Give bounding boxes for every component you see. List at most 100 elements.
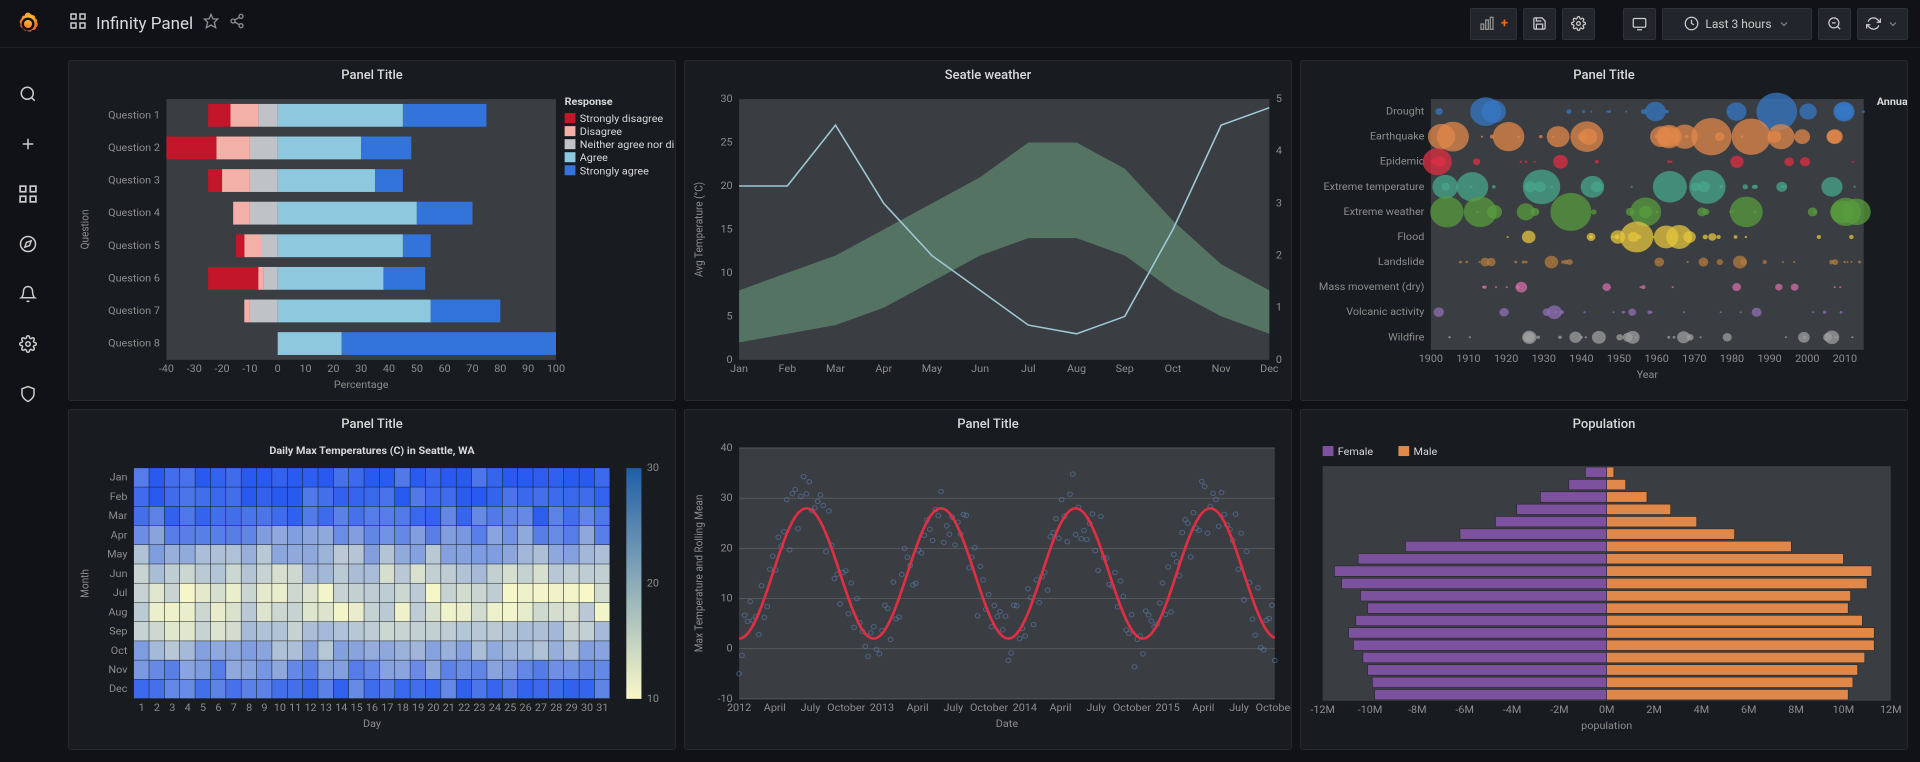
panel-title[interactable]: Population — [1301, 410, 1907, 438]
svg-text:Sep: Sep — [109, 625, 127, 637]
add-panel-button[interactable]: + — [1470, 8, 1517, 40]
svg-text:May: May — [107, 548, 127, 560]
svg-text:10: 10 — [274, 701, 286, 713]
tv-mode-button[interactable] — [1623, 8, 1656, 40]
time-range-picker[interactable]: Last 3 hours — [1662, 8, 1812, 40]
svg-text:28: 28 — [550, 701, 562, 713]
svg-text:Jul: Jul — [113, 586, 128, 598]
explore-icon[interactable] — [12, 228, 44, 260]
svg-text:Day: Day — [363, 717, 381, 729]
toolbar: + Last 3 hours — [1470, 8, 1908, 40]
svg-text:Question 6: Question 6 — [108, 272, 160, 284]
svg-text:April: April — [907, 701, 929, 713]
panel-title[interactable]: Panel Title — [685, 410, 1291, 438]
svg-text:Epidemic: Epidemic — [1380, 155, 1425, 167]
svg-text:16: 16 — [366, 701, 378, 713]
star-icon[interactable] — [203, 13, 219, 34]
svg-text:0: 0 — [275, 362, 281, 374]
share-icon[interactable] — [229, 13, 245, 34]
plus-icon[interactable] — [12, 128, 44, 160]
svg-text:2: 2 — [154, 701, 160, 713]
chart-likert: Question 1Question 2Question 3Question 4… — [69, 89, 675, 400]
svg-text:1990: 1990 — [1757, 352, 1781, 364]
panel-disasters: Panel Title DroughtEarthquakeEpidemicExt… — [1300, 60, 1908, 401]
svg-text:6M: 6M — [1741, 703, 1757, 715]
svg-text:-10: -10 — [242, 362, 257, 374]
svg-text:1910: 1910 — [1456, 352, 1480, 364]
svg-text:Date: Date — [996, 717, 1019, 729]
panel-rolling: Panel Title -100102030402012AprilJulyOct… — [684, 409, 1292, 750]
svg-text:20: 20 — [720, 542, 732, 554]
svg-text:2010: 2010 — [1833, 352, 1857, 364]
dashboards-icon[interactable] — [12, 178, 44, 210]
svg-text:Disagree: Disagree — [580, 126, 623, 138]
svg-text:-40: -40 — [159, 362, 174, 374]
panel-title[interactable]: Panel Title — [69, 410, 675, 438]
settings-icon[interactable] — [12, 328, 44, 360]
svg-text:2014: 2014 — [1013, 701, 1037, 713]
svg-text:8M: 8M — [1788, 703, 1804, 715]
svg-text:60: 60 — [439, 362, 451, 374]
svg-text:Jun: Jun — [971, 362, 989, 374]
settings-button[interactable] — [1562, 8, 1595, 40]
svg-text:Jan: Jan — [110, 471, 128, 483]
svg-text:14: 14 — [335, 701, 347, 713]
svg-text:April: April — [764, 701, 786, 713]
panel-title[interactable]: Seatle weather — [685, 61, 1291, 89]
time-range-label: Last 3 hours — [1705, 17, 1771, 31]
svg-text:Max Temperature and Rolling Me: Max Temperature and Rolling Mean — [692, 494, 705, 652]
svg-text:Extreme weather: Extreme weather — [1344, 205, 1425, 217]
svg-text:Year: Year — [1637, 368, 1659, 380]
svg-text:3: 3 — [169, 701, 175, 713]
svg-text:15: 15 — [720, 223, 732, 235]
svg-text:29: 29 — [566, 701, 578, 713]
svg-text:5: 5 — [200, 701, 206, 713]
page-title[interactable]: Infinity Panel — [96, 14, 193, 34]
svg-text:12: 12 — [304, 701, 316, 713]
svg-text:22: 22 — [458, 701, 470, 713]
svg-text:90: 90 — [522, 362, 534, 374]
refresh-button[interactable] — [1857, 8, 1908, 40]
sidebar — [0, 48, 56, 762]
panel-title[interactable]: Panel Title — [1301, 61, 1907, 89]
panel-weather: Seatle weather JanFebMarAprMayJunJulAugS… — [684, 60, 1292, 401]
svg-text:Avg Temperature (°C): Avg Temperature (°C) — [692, 182, 705, 277]
svg-text:30: 30 — [647, 461, 659, 473]
svg-text:Question: Question — [78, 209, 91, 249]
svg-text:Annual: Annual — [1877, 95, 1907, 107]
topbar: Infinity Panel + Last 3 hours — [0, 0, 1920, 48]
svg-text:Feb: Feb — [110, 490, 128, 502]
svg-text:October: October — [1113, 701, 1152, 713]
svg-text:July: July — [801, 701, 821, 713]
svg-text:Aug: Aug — [108, 606, 127, 618]
toolbar-divider — [1601, 8, 1617, 40]
shield-icon[interactable] — [12, 378, 44, 410]
alerting-icon[interactable] — [12, 278, 44, 310]
svg-text:-20: -20 — [214, 362, 229, 374]
svg-text:24: 24 — [489, 701, 501, 713]
panel-title[interactable]: Panel Title — [69, 61, 675, 89]
svg-text:Flood: Flood — [1397, 230, 1424, 242]
svg-text:10: 10 — [720, 592, 732, 604]
svg-text:20: 20 — [647, 577, 659, 589]
svg-text:2000: 2000 — [1795, 352, 1819, 364]
svg-text:4M: 4M — [1694, 703, 1710, 715]
svg-text:July: July — [1229, 701, 1249, 713]
svg-text:Mar: Mar — [826, 362, 845, 374]
svg-text:Mar: Mar — [108, 510, 127, 522]
svg-text:Question 2: Question 2 — [108, 141, 160, 153]
search-icon[interactable] — [12, 78, 44, 110]
svg-text:1970: 1970 — [1682, 352, 1706, 364]
zoom-out-button[interactable] — [1818, 8, 1851, 40]
svg-text:Question 8: Question 8 — [108, 337, 160, 349]
svg-text:Question 4: Question 4 — [108, 207, 160, 219]
save-button[interactable] — [1523, 8, 1556, 40]
svg-text:1930: 1930 — [1532, 352, 1556, 364]
grafana-logo-icon[interactable] — [12, 8, 44, 40]
svg-text:Response: Response — [565, 95, 613, 107]
svg-text:3: 3 — [1276, 197, 1282, 209]
svg-text:Mass movement (dry): Mass movement (dry) — [1319, 281, 1424, 293]
svg-text:May: May — [922, 362, 942, 374]
chart-rolling: -100102030402012AprilJulyOctober2013Apri… — [685, 438, 1291, 749]
chevron-down-icon — [1887, 18, 1899, 30]
